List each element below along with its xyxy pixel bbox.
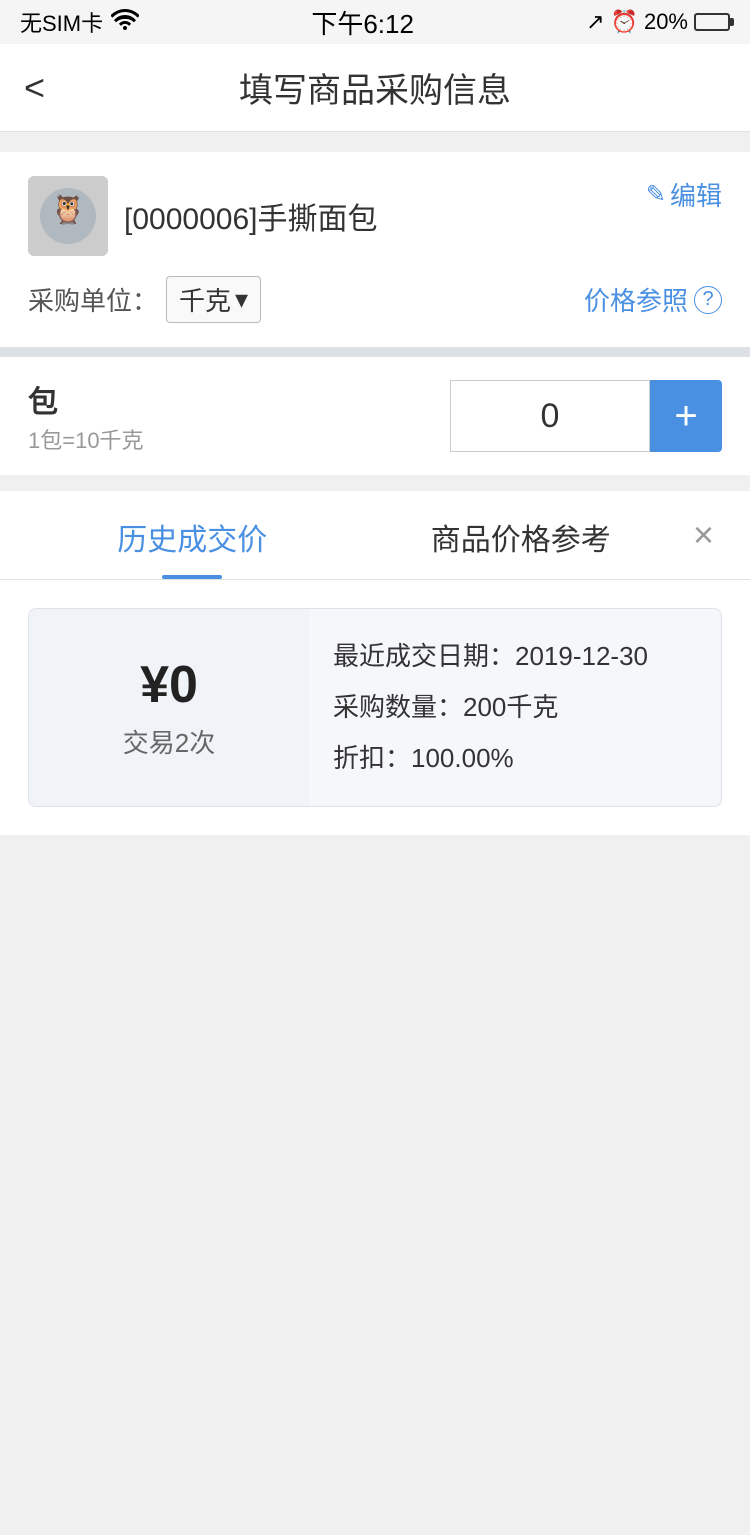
bottom-panel: 历史成交价 商品价格参考 × ¥0 交易2次 最近成交日期：2019-12-30…	[0, 491, 750, 835]
unit-group: 采购单位： 千克 ▾	[28, 276, 261, 323]
price-card-right: 最近成交日期：2019-12-30 采购数量：200千克 折扣：100.00%	[309, 609, 721, 806]
wifi-icon	[111, 8, 139, 36]
gray-divider	[0, 347, 750, 357]
status-time: 下午6:12	[311, 4, 414, 41]
tab-history-price[interactable]: 历史成交价	[28, 491, 356, 579]
edit-button[interactable]: ✎ 编辑	[646, 176, 722, 213]
price-ref-button[interactable]: 价格参照 ?	[584, 281, 722, 318]
product-left: 🦉 [0000006]手撕面包	[28, 176, 377, 256]
status-right: ↗ ⏰ 20%	[586, 9, 730, 35]
product-card: 🦉 [0000006]手撕面包 ✎ 编辑 采购单位： 千克 ▾ 价格参照 ?	[0, 152, 750, 347]
qty-detail-value: 200千克	[463, 692, 558, 722]
price-ref-label: 价格参照	[584, 281, 688, 318]
nav-bar: < 填写商品采购信息	[0, 44, 750, 132]
carrier-text: 无SIM卡	[20, 6, 103, 38]
battery-icon	[694, 13, 730, 31]
tab-close-button[interactable]: ×	[685, 514, 722, 556]
quantity-input[interactable]	[450, 380, 650, 452]
unit-value: 千克	[179, 281, 231, 318]
battery-pct: 20%	[644, 9, 688, 35]
edit-label: 编辑	[670, 176, 722, 213]
product-name-group: [0000006]手撕面包	[124, 194, 377, 238]
quantity-row: 包 1包=10千克 +	[0, 357, 750, 475]
price-card-left: ¥0 交易2次	[29, 609, 309, 806]
discount-value: 100.00%	[411, 743, 514, 773]
page-title: 填写商品采购信息	[239, 63, 511, 112]
qty-label-group: 包 1包=10千克	[28, 377, 144, 455]
main-background	[0, 835, 750, 1535]
qty-detail-label: 采购数量：	[333, 692, 463, 722]
alarm-icon: ⏰	[611, 9, 638, 35]
status-bar: 无SIM卡 下午6:12 ↗ ⏰ 20%	[0, 0, 750, 44]
tab-product-price-ref[interactable]: 商品价格参考	[356, 491, 684, 579]
qty-plus-button[interactable]: +	[650, 380, 722, 452]
back-button[interactable]: <	[24, 67, 45, 109]
recent-date-label: 最近成交日期：	[333, 641, 515, 671]
discount-label: 折扣：	[333, 743, 411, 773]
qty-unit: 包	[28, 377, 144, 421]
product-unit-row: 采购单位： 千克 ▾ 价格参照 ?	[28, 276, 722, 323]
status-left: 无SIM卡	[20, 6, 139, 38]
price-card: ¥0 交易2次 最近成交日期：2019-12-30 采购数量：200千克 折扣：…	[28, 608, 722, 807]
unit-select[interactable]: 千克 ▾	[166, 276, 261, 323]
location-icon: ↗	[586, 9, 604, 35]
svg-text:🦉: 🦉	[51, 194, 86, 226]
recent-date-value: 2019-12-30	[515, 641, 648, 671]
edit-icon: ✎	[646, 180, 666, 209]
qty-control: +	[450, 380, 722, 452]
price-ref-help-icon: ?	[694, 286, 722, 314]
unit-dropdown-icon: ▾	[235, 284, 248, 315]
panel-content: ¥0 交易2次 最近成交日期：2019-12-30 采购数量：200千克 折扣：…	[0, 580, 750, 835]
price-amount: ¥0	[140, 655, 198, 715]
qty-row-detail: 采购数量：200千克	[333, 688, 697, 727]
product-header: 🦉 [0000006]手撕面包 ✎ 编辑	[28, 176, 722, 256]
product-thumbnail: 🦉	[28, 176, 108, 256]
qty-conversion: 1包=10千克	[28, 423, 144, 455]
price-count: 交易2次	[123, 723, 215, 760]
unit-label: 采购单位：	[28, 281, 158, 318]
discount-row: 折扣：100.00%	[333, 739, 697, 778]
tabs: 历史成交价 商品价格参考 ×	[0, 491, 750, 580]
product-name: [0000006]手撕面包	[124, 203, 377, 236]
recent-date-row: 最近成交日期：2019-12-30	[333, 637, 697, 676]
